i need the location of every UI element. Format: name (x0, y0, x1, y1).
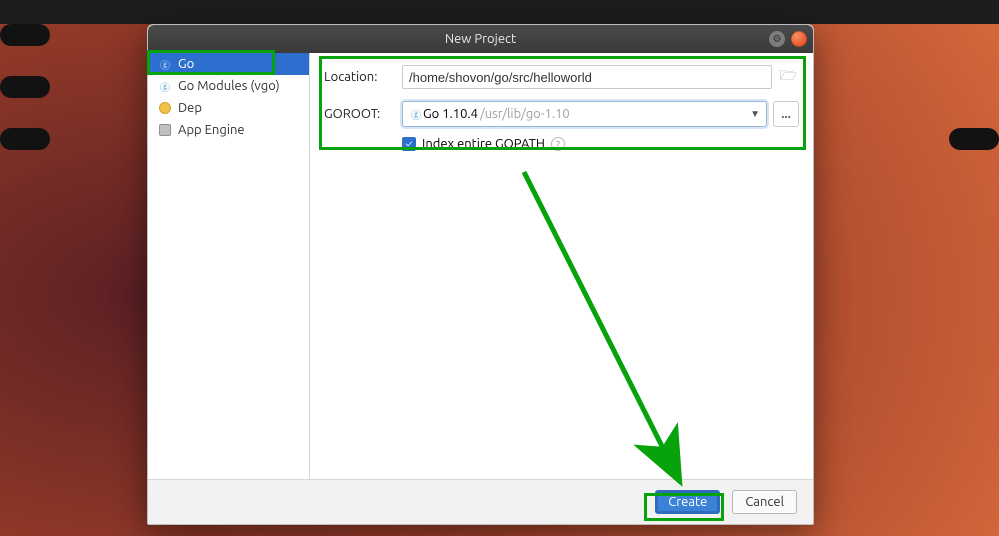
goroot-label: GOROOT: (324, 107, 402, 121)
create-button-label: Create (668, 495, 707, 509)
window-title: New Project (445, 32, 516, 46)
cancel-button[interactable]: Cancel (732, 490, 797, 514)
desktop-decoration (949, 128, 999, 150)
desktop-top-bar (0, 0, 999, 24)
sidebar-item-go[interactable]: ⓖ Go (148, 53, 309, 75)
index-gopath-row: ✓ Index entire GOPATH ? (324, 137, 799, 151)
index-gopath-label: Index entire GOPATH (422, 137, 545, 151)
location-row: Location: 🗁 (324, 65, 799, 89)
gopher-icon: ⓖ (409, 107, 423, 121)
chevron-down-icon: ▼ (750, 108, 760, 120)
titlebar: New Project ⚙ (148, 25, 813, 53)
dialog-body: ⓖ Go ⓖ Go Modules (vgo) Dep App Engine L… (148, 53, 813, 480)
sidebar-item-label: Go Modules (vgo) (178, 79, 280, 93)
app-engine-icon (158, 123, 172, 137)
sidebar-item-label: Dep (178, 101, 202, 115)
help-icon[interactable]: ? (551, 137, 565, 151)
goroot-select[interactable]: ⓖ Go 1.10.4 /usr/lib/go-1.10 ▼ (402, 101, 767, 127)
gopher-icon: ⓖ (158, 57, 172, 71)
gopher-icon: ⓖ (158, 79, 172, 93)
new-project-dialog: New Project ⚙ ⓖ Go ⓖ Go Modules (vgo) De… (147, 24, 814, 525)
index-gopath-checkbox[interactable]: ✓ (402, 137, 416, 151)
cancel-button-label: Cancel (745, 495, 784, 509)
goroot-sdk-path: /usr/lib/go-1.10 (480, 107, 570, 121)
browse-folder-icon[interactable]: 🗁 (778, 65, 799, 89)
gear-icon[interactable]: ⚙ (769, 31, 785, 47)
location-label: Location: (324, 70, 402, 84)
more-label: ... (781, 107, 791, 121)
window-controls: ⚙ (769, 31, 807, 47)
project-form: Location: 🗁 GOROOT: ⓖ Go 1.10.4 /usr/lib… (310, 53, 813, 479)
location-input[interactable] (402, 65, 772, 89)
goroot-row: GOROOT: ⓖ Go 1.10.4 /usr/lib/go-1.10 ▼ .… (324, 101, 799, 127)
goroot-sdk-name: Go 1.10.4 (423, 107, 478, 121)
desktop-decoration (0, 128, 50, 150)
sidebar-item-app-engine[interactable]: App Engine (148, 119, 309, 141)
desktop-decoration (0, 76, 50, 98)
create-button[interactable]: Create (655, 490, 720, 514)
close-icon[interactable] (791, 31, 807, 47)
project-type-sidebar: ⓖ Go ⓖ Go Modules (vgo) Dep App Engine (148, 53, 310, 479)
desktop-decoration (0, 24, 50, 46)
dialog-footer: Create Cancel (148, 480, 813, 524)
sidebar-item-label: App Engine (178, 123, 245, 137)
dep-icon (158, 101, 172, 115)
goroot-more-button[interactable]: ... (773, 101, 799, 127)
sidebar-item-go-modules[interactable]: ⓖ Go Modules (vgo) (148, 75, 309, 97)
sidebar-item-label: Go (178, 57, 194, 71)
sidebar-item-dep[interactable]: Dep (148, 97, 309, 119)
